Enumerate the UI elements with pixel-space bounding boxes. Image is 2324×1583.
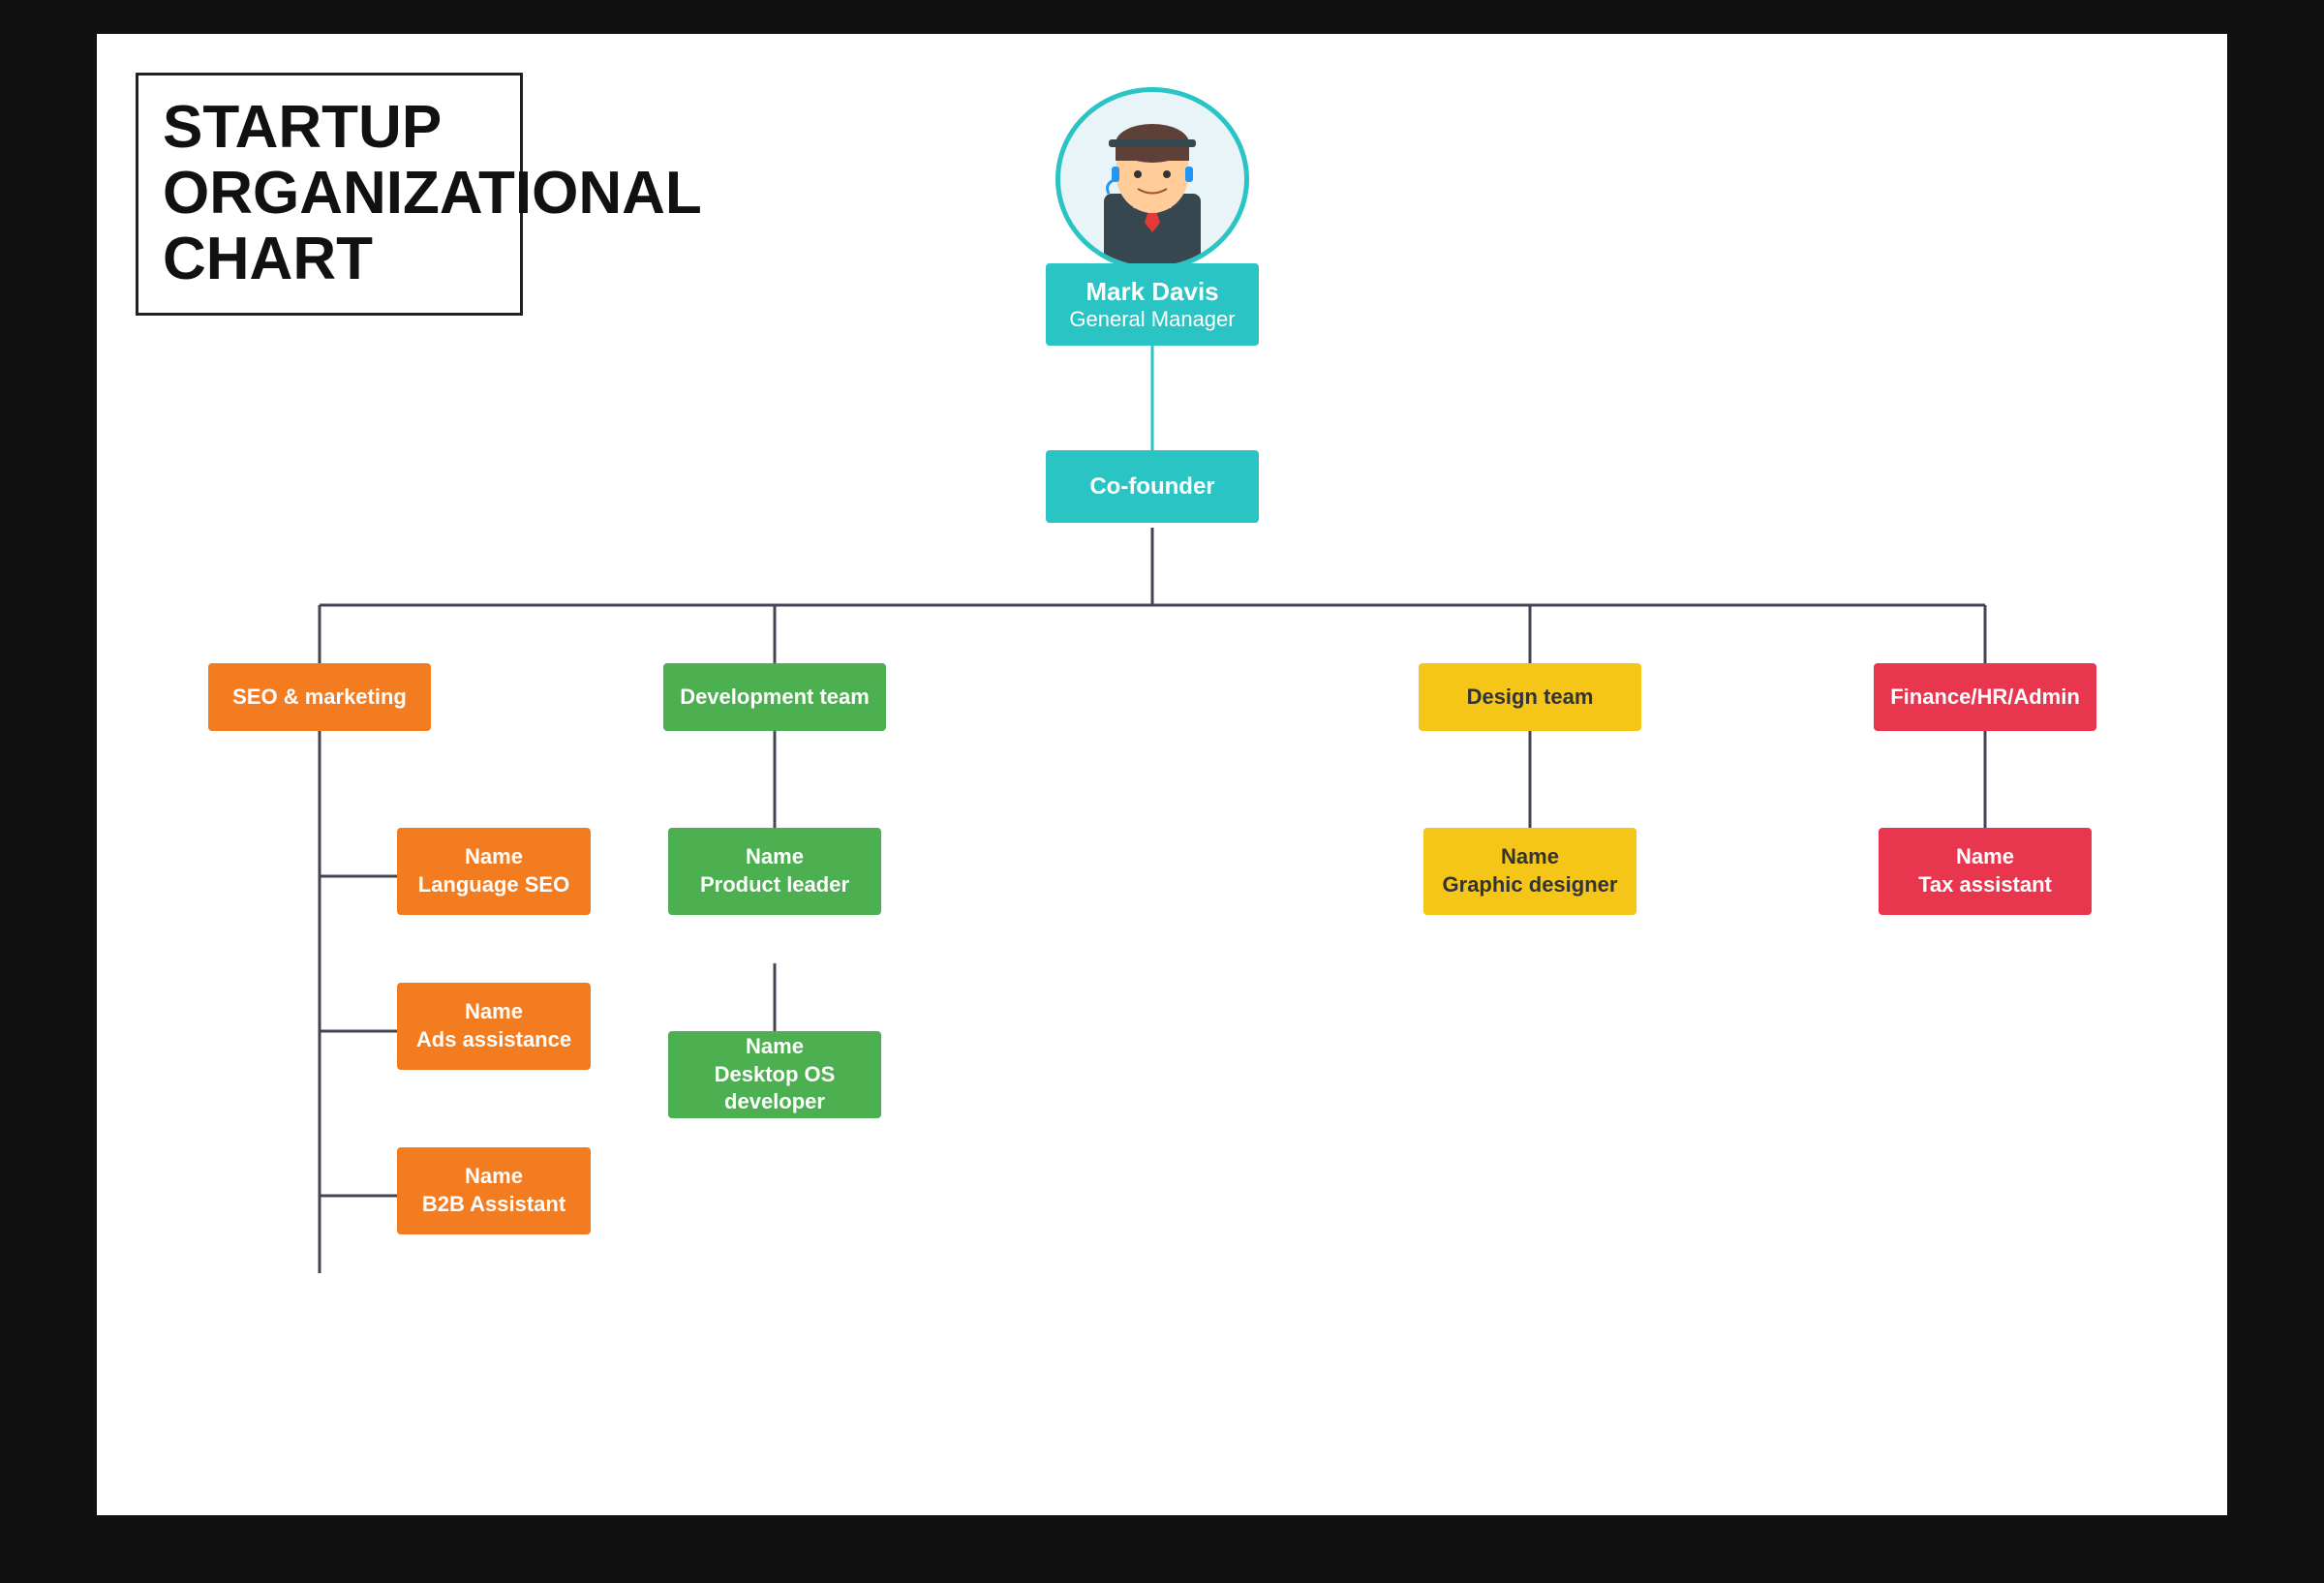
desktop-node: Name Desktop OS developer [668, 1031, 881, 1118]
title-box: STARTUP ORGANIZATIONAL CHART [136, 73, 523, 316]
cofounder-node: Co-founder [1046, 450, 1259, 523]
design-node: Design team [1419, 663, 1641, 731]
ads-node: Name Ads assistance [397, 983, 591, 1070]
tax-node: Name Tax assistant [1879, 828, 2092, 915]
manager-name: Mark Davis [1055, 277, 1249, 307]
dev-node: Development team [663, 663, 886, 731]
manager-avatar [1055, 87, 1249, 271]
b2b-node: Name B2B Assistant [397, 1147, 591, 1234]
manager-card: Mark Davis General Manager [1046, 87, 1259, 346]
finance-node: Finance/HR/Admin [1874, 663, 2096, 731]
graphic-node: Name Graphic designer [1423, 828, 1636, 915]
manager-name-box: Mark Davis General Manager [1046, 263, 1259, 346]
lang-seo-node: Name Language SEO [397, 828, 591, 915]
seo-node: SEO & marketing [208, 663, 431, 731]
chart-container: STARTUP ORGANIZATIONAL CHART [97, 34, 2227, 1515]
chart-title: STARTUP ORGANIZATIONAL CHART [163, 95, 496, 293]
manager-role: General Manager [1055, 307, 1249, 332]
avatar-svg [1075, 97, 1230, 266]
product-node: Name Product leader [668, 828, 881, 915]
